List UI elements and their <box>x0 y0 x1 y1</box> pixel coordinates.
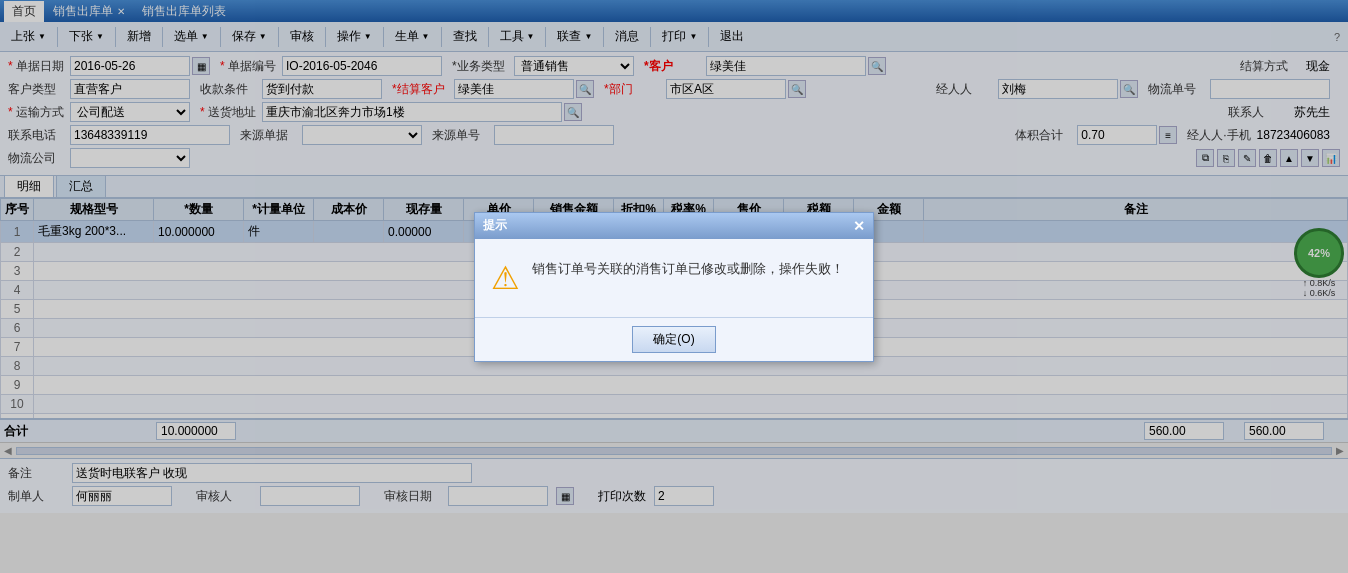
modal-footer: 确定(O) <box>475 317 873 361</box>
modal-overlay: 提示 ✕ ⚠ 销售订单号关联的消售订单已修改或删除，操作失败！ 确定(O) <box>0 0 1348 573</box>
warning-icon: ⚠ <box>491 259 520 297</box>
modal-confirm-button[interactable]: 确定(O) <box>632 326 715 353</box>
modal-title: 提示 <box>483 217 507 234</box>
modal-message: 销售订单号关联的消售订单已修改或删除，操作失败！ <box>532 259 844 280</box>
modal-dialog: 提示 ✕ ⚠ 销售订单号关联的消售订单已修改或删除，操作失败！ 确定(O) <box>474 212 874 362</box>
modal-title-bar: 提示 ✕ <box>475 213 873 239</box>
modal-close-button[interactable]: ✕ <box>853 218 865 234</box>
modal-body: ⚠ 销售订单号关联的消售订单已修改或删除，操作失败！ <box>475 239 873 317</box>
